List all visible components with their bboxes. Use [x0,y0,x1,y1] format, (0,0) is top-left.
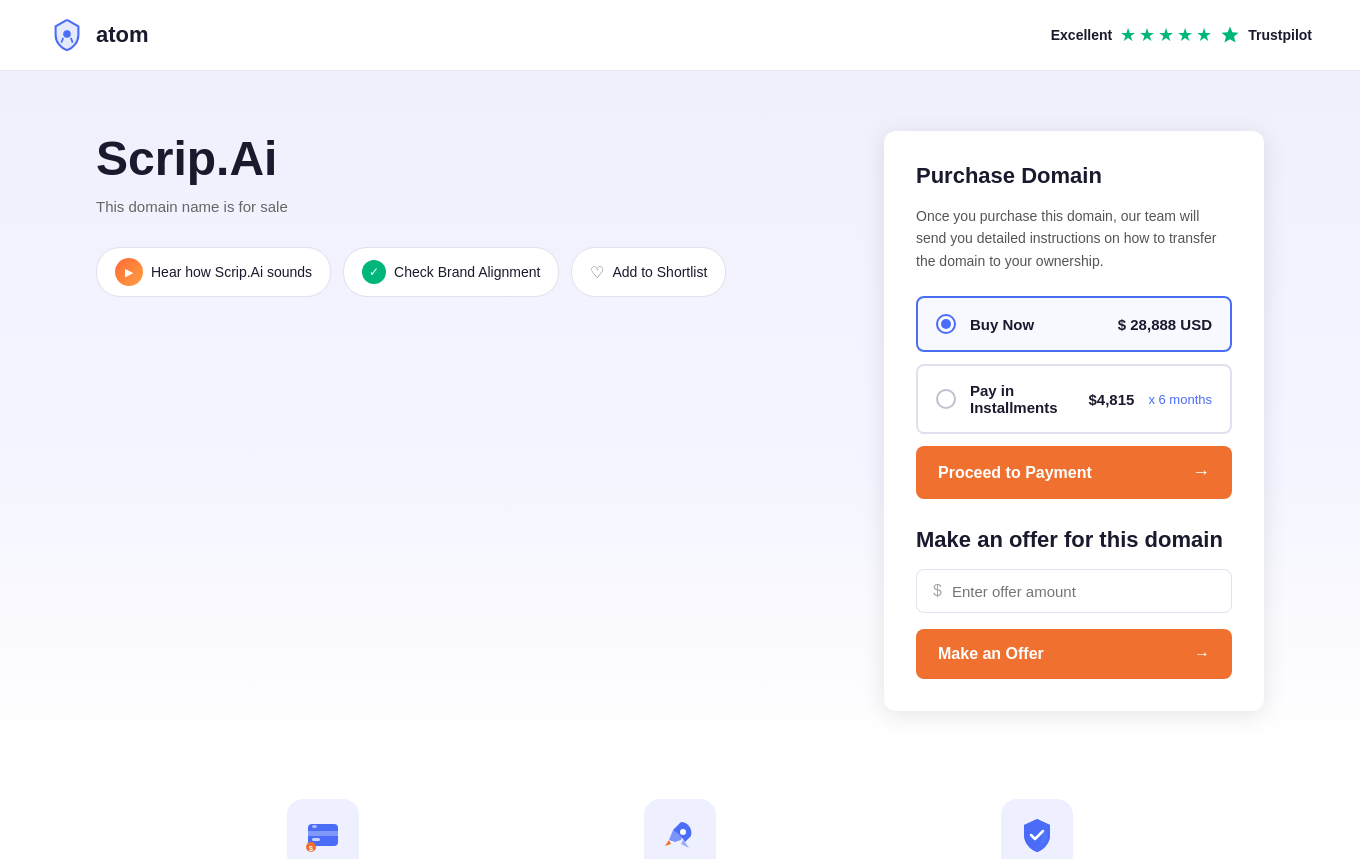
logo-icon [48,16,86,54]
star-5-half: ★ [1196,24,1212,46]
same-day-transfers-icon-wrap [644,799,716,859]
star-2: ★ [1139,24,1155,46]
hero-wrapper: Scrip.Ai This domain name is for sale ▶ … [48,71,1312,751]
action-buttons: ▶ Hear how Scrip.Ai sounds ✓ Check Brand… [96,247,844,297]
star-4: ★ [1177,24,1193,46]
hear-button-label: Hear how Scrip.Ai sounds [151,264,312,280]
transparent-pricing-icon-wrap: $ [287,799,359,859]
buy-now-label: Buy Now [970,316,1104,333]
trustpilot-label: Excellent [1051,27,1112,43]
purchase-card: Purchase Domain Once you purchase this d… [884,131,1264,711]
svg-rect-3 [312,838,320,841]
trustpilot-brand: Trustpilot [1248,27,1312,43]
proceed-to-payment-button[interactable]: Proceed to Payment → [916,446,1232,499]
make-offer-arrow-icon: → [1194,645,1210,663]
shortlist-label: Add to Shortlist [612,264,707,280]
purchase-title: Purchase Domain [916,163,1232,189]
radio-dot-selected [941,319,951,329]
purchase-description: Once you purchase this domain, our team … [916,205,1232,272]
make-offer-label: Make an Offer [938,645,1044,663]
hear-button[interactable]: ▶ Hear how Scrip.Ai sounds [96,247,331,297]
buy-now-radio [936,314,956,334]
trustpilot-area: Excellent ★ ★ ★ ★ ★ Trustpilot [1051,24,1312,46]
svg-point-7 [680,829,686,835]
rocket-icon [659,814,701,856]
guaranteed-delivery-icon-wrap [1001,799,1073,859]
feature-transparent-pricing: $ TransparentPricing [144,799,501,859]
main-body: $ TransparentPricing Same DayTransfers [48,751,1312,859]
star-1: ★ [1120,24,1136,46]
svg-rect-2 [308,831,338,836]
installments-radio [936,389,956,409]
proceed-btn-label: Proceed to Payment [938,464,1092,482]
dollar-sign-icon: $ [933,582,942,600]
feature-same-day-transfers: Same DayTransfers [501,799,858,859]
domain-subtitle: This domain name is for sale [96,198,844,215]
check-icon: ✓ [362,260,386,284]
buy-now-price: $ 28,888 USD [1118,316,1212,333]
installments-option[interactable]: Pay in Installments $4,815 x 6 months [916,364,1232,434]
svg-text:$: $ [309,845,313,853]
make-offer-button[interactable]: Make an Offer → [916,629,1232,679]
installments-price: $4,815 [1089,391,1135,408]
features-section: $ TransparentPricing Same DayTransfers [96,751,1264,859]
play-icon: ▶ [115,258,143,286]
trustpilot-stars: ★ ★ ★ ★ ★ [1120,24,1212,46]
installments-months: x 6 months [1148,392,1212,407]
shortlist-button[interactable]: ♡ Add to Shortlist [571,247,726,297]
billing-icon: $ [302,814,344,856]
check-brand-label: Check Brand Alignment [394,264,540,280]
shield-check-icon [1016,814,1058,856]
trustpilot-icon [1220,25,1240,45]
proceed-arrow-icon: → [1192,462,1210,483]
feature-guaranteed-delivery: GuaranteedDelivery [859,799,1216,859]
domain-title: Scrip.Ai [96,131,844,186]
hero-section: Scrip.Ai This domain name is for sale ▶ … [0,71,1360,751]
offer-input-row: $ [916,569,1232,613]
installments-label: Pay in Installments [970,382,1075,416]
star-3: ★ [1158,24,1174,46]
offer-amount-input[interactable] [952,583,1215,600]
buy-now-option[interactable]: Buy Now $ 28,888 USD [916,296,1232,352]
hero-left: Scrip.Ai This domain name is for sale ▶ … [96,131,844,297]
check-brand-button[interactable]: ✓ Check Brand Alignment [343,247,559,297]
svg-rect-4 [312,825,317,828]
heart-icon: ♡ [590,263,604,282]
logo-text: atom [96,22,149,48]
page-header: atom Excellent ★ ★ ★ ★ ★ Trustpilot [0,0,1360,71]
svg-point-0 [63,30,71,38]
logo-area: atom [48,16,149,54]
offer-title: Make an offer for this domain [916,527,1232,553]
